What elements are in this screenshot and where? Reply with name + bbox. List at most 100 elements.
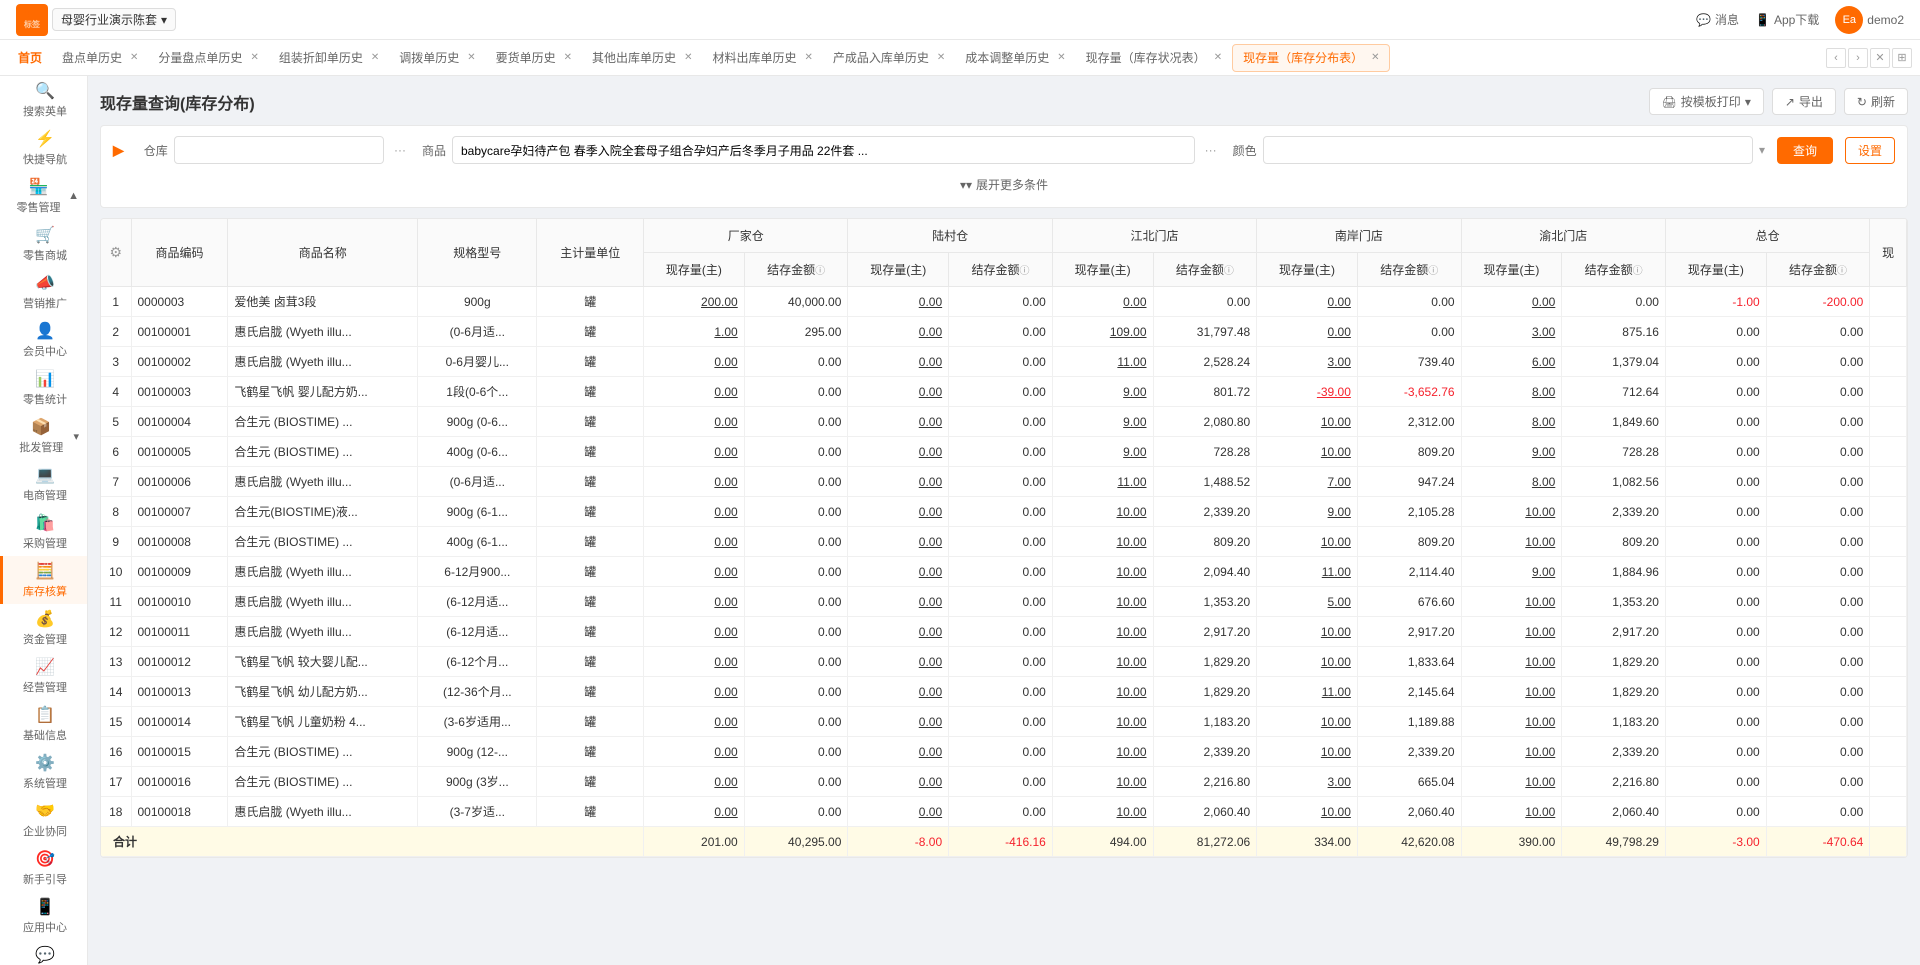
summary-c1-amt: 40,295.00 (744, 827, 848, 857)
sidebar-item-system[interactable]: ⚙️ 系统管理 (0, 748, 87, 796)
search-btn[interactable]: 查询 (1777, 137, 1833, 164)
close-icon[interactable]: ✕ (1214, 52, 1222, 63)
tab-requisition[interactable]: 要货单历史 ✕ (486, 44, 582, 72)
sidebar-item-inventory[interactable]: 🧮 库存核算 (0, 556, 87, 604)
sidebar-item-wxwork[interactable]: 💬 企业微信 (0, 940, 87, 965)
export-btn[interactable]: ↗ 导出 (1772, 88, 1836, 115)
td-c2-qty: 0.00 (848, 797, 949, 827)
td-unit: 罐 (537, 557, 644, 587)
td-total-amt: 0.00 (1766, 767, 1870, 797)
td-c1-amt: 0.00 (744, 737, 848, 767)
td-c5-amt: 1,829.20 (1562, 647, 1666, 677)
td-c1-qty: 0.00 (644, 677, 745, 707)
td-c4-amt: 809.20 (1357, 437, 1461, 467)
tab-assemble[interactable]: 组装折卸单历史 ✕ (269, 44, 389, 72)
top-bar: 畅 标签 母婴行业演示陈套 ▾ 💬 消息 📱 App下载 Ea demo2 (0, 0, 1920, 40)
td-extra (1870, 767, 1907, 797)
close-icon[interactable]: ✕ (804, 52, 812, 63)
nav-prev-btn[interactable]: ‹ (1826, 48, 1846, 68)
td-c5-amt: 1,353.20 (1562, 587, 1666, 617)
sidebar-item-marketing[interactable]: 📣 营销推广 (0, 268, 87, 316)
sidebar-item-wholesale[interactable]: 📦 批发管理 ▾ (0, 412, 87, 460)
td-c1-amt: 0.00 (744, 437, 848, 467)
sidebar-item-search[interactable]: 🔍 搜索英单 (0, 76, 87, 124)
tab-other-out[interactable]: 其他出库单历史 ✕ (582, 44, 702, 72)
sidebar-item-members[interactable]: 👤 会员中心 (0, 316, 87, 364)
sidebar-item-biz[interactable]: 📈 经营管理 (0, 652, 87, 700)
message-btn[interactable]: 💬 消息 (1696, 11, 1739, 28)
tab-product-in[interactable]: 产成品入库单历史 ✕ (823, 44, 955, 72)
td-code: 00100015 (131, 737, 228, 767)
warehouse-more-btn[interactable]: ··· (390, 143, 410, 157)
settings-btn[interactable]: 设置 (1845, 137, 1895, 164)
tab-cost-adjust[interactable]: 成本调整单历史 ✕ (955, 44, 1075, 72)
sidebar-item-apps[interactable]: 📱 应用中心 (0, 892, 87, 940)
collapse-arrow[interactable]: ▶ (113, 142, 124, 159)
app-download-btn[interactable]: 📱 App下载 (1755, 11, 1819, 28)
store-selector[interactable]: 母婴行业演示陈套 ▾ (52, 8, 176, 31)
summary-c4-qty: 334.00 (1257, 827, 1358, 857)
tab-transfer[interactable]: 调拨单历史 ✕ (389, 44, 485, 72)
sidebar-label: 系统管理 (23, 775, 67, 791)
sidebar-item-ecom[interactable]: 💻 电商管理 (0, 460, 87, 508)
td-extra (1870, 317, 1907, 347)
td-c2-amt: 0.00 (949, 527, 1053, 557)
expand-conditions-btn[interactable]: ▾▾ 展开更多条件 (952, 172, 1056, 197)
td-c5-amt: 1,082.56 (1562, 467, 1666, 497)
tab-inventory-check[interactable]: 盘点单历史 ✕ (52, 44, 148, 72)
td-total-amt: 0.00 (1766, 467, 1870, 497)
sidebar-item-retail-mgmt[interactable]: 🏪 零售管理 ▲ (0, 172, 87, 220)
td-seq: 8 (101, 497, 131, 527)
nav-next-btn[interactable]: › (1848, 48, 1868, 68)
sidebar-item-guide[interactable]: 🎯 新手引导 (0, 844, 87, 892)
td-code: 00100016 (131, 767, 228, 797)
close-icon[interactable]: ✕ (564, 52, 572, 63)
sidebar-item-purchase[interactable]: 🛍️ 采购管理 (0, 508, 87, 556)
tab-label: 材料出库单历史 (712, 49, 796, 66)
tab-material-out[interactable]: 材料出库单历史 ✕ (702, 44, 822, 72)
print-btn[interactable]: 🖨 按模板打印 ▾ (1649, 88, 1764, 115)
sidebar-item-retail-stats[interactable]: 📊 零售统计 (0, 364, 87, 412)
tab-home[interactable]: 首页 (8, 44, 52, 72)
warehouse-input[interactable] (174, 136, 384, 164)
close-icon[interactable]: ✕ (467, 52, 475, 63)
nav-expand-btn[interactable]: ⊞ (1892, 48, 1912, 68)
close-icon[interactable]: ✕ (684, 52, 692, 63)
td-code: 00100012 (131, 647, 228, 677)
summary-row: 合计 201.00 40,295.00 -8.00 -416.16 494.00… (101, 827, 1907, 857)
logo-area: 畅 标签 母婴行业演示陈套 ▾ (16, 4, 176, 36)
nav-close-all-btn[interactable]: ✕ (1870, 48, 1890, 68)
sidebar-item-base[interactable]: 📋 基础信息 (0, 700, 87, 748)
th-warehouse2: 陆村仓 (848, 219, 1052, 253)
close-icon[interactable]: ✕ (1371, 52, 1379, 63)
sidebar-item-mall[interactable]: 🛒 零售商城 (0, 220, 87, 268)
tab-stock-dist[interactable]: 现存量（库存分布表） ✕ (1232, 44, 1390, 72)
sidebar-label: 会员中心 (23, 343, 67, 359)
close-icon[interactable]: ✕ (937, 52, 945, 63)
td-unit: 罐 (537, 287, 644, 317)
td-c1-amt: 0.00 (744, 497, 848, 527)
color-dropdown[interactable]: ▾ (1759, 143, 1765, 157)
close-icon[interactable]: ✕ (371, 52, 379, 63)
settings-icon[interactable]: ⚙ (109, 244, 122, 260)
goods-more-btn[interactable]: ··· (1201, 143, 1221, 157)
td-extra (1870, 437, 1907, 467)
tab-stock-status[interactable]: 现存量（库存状况表） ✕ (1076, 44, 1232, 72)
sidebar-item-collab[interactable]: 🤝 企业协同 (0, 796, 87, 844)
td-c2-amt: 0.00 (949, 617, 1053, 647)
sidebar-item-finance[interactable]: 💰 资金管理 (0, 604, 87, 652)
tab-label: 调拨单历史 (399, 49, 459, 66)
goods-input[interactable] (452, 136, 1195, 164)
refresh-btn[interactable]: ↻ 刷新 (1844, 88, 1908, 115)
td-c5-qty: 10.00 (1461, 677, 1562, 707)
summary-c5-amt: 49,798.29 (1562, 827, 1666, 857)
nav-arrows: ‹ › ✕ ⊞ (1826, 48, 1912, 68)
tab-partial-check[interactable]: 分量盘点单历史 ✕ (148, 44, 268, 72)
user-area[interactable]: Ea demo2 (1835, 6, 1904, 34)
sidebar-item-nav[interactable]: ⚡ 快捷导航 (0, 124, 87, 172)
close-icon[interactable]: ✕ (130, 52, 138, 63)
td-c2-amt: 0.00 (949, 737, 1053, 767)
color-input[interactable] (1263, 136, 1753, 164)
close-icon[interactable]: ✕ (1057, 52, 1065, 63)
close-icon[interactable]: ✕ (250, 52, 258, 63)
